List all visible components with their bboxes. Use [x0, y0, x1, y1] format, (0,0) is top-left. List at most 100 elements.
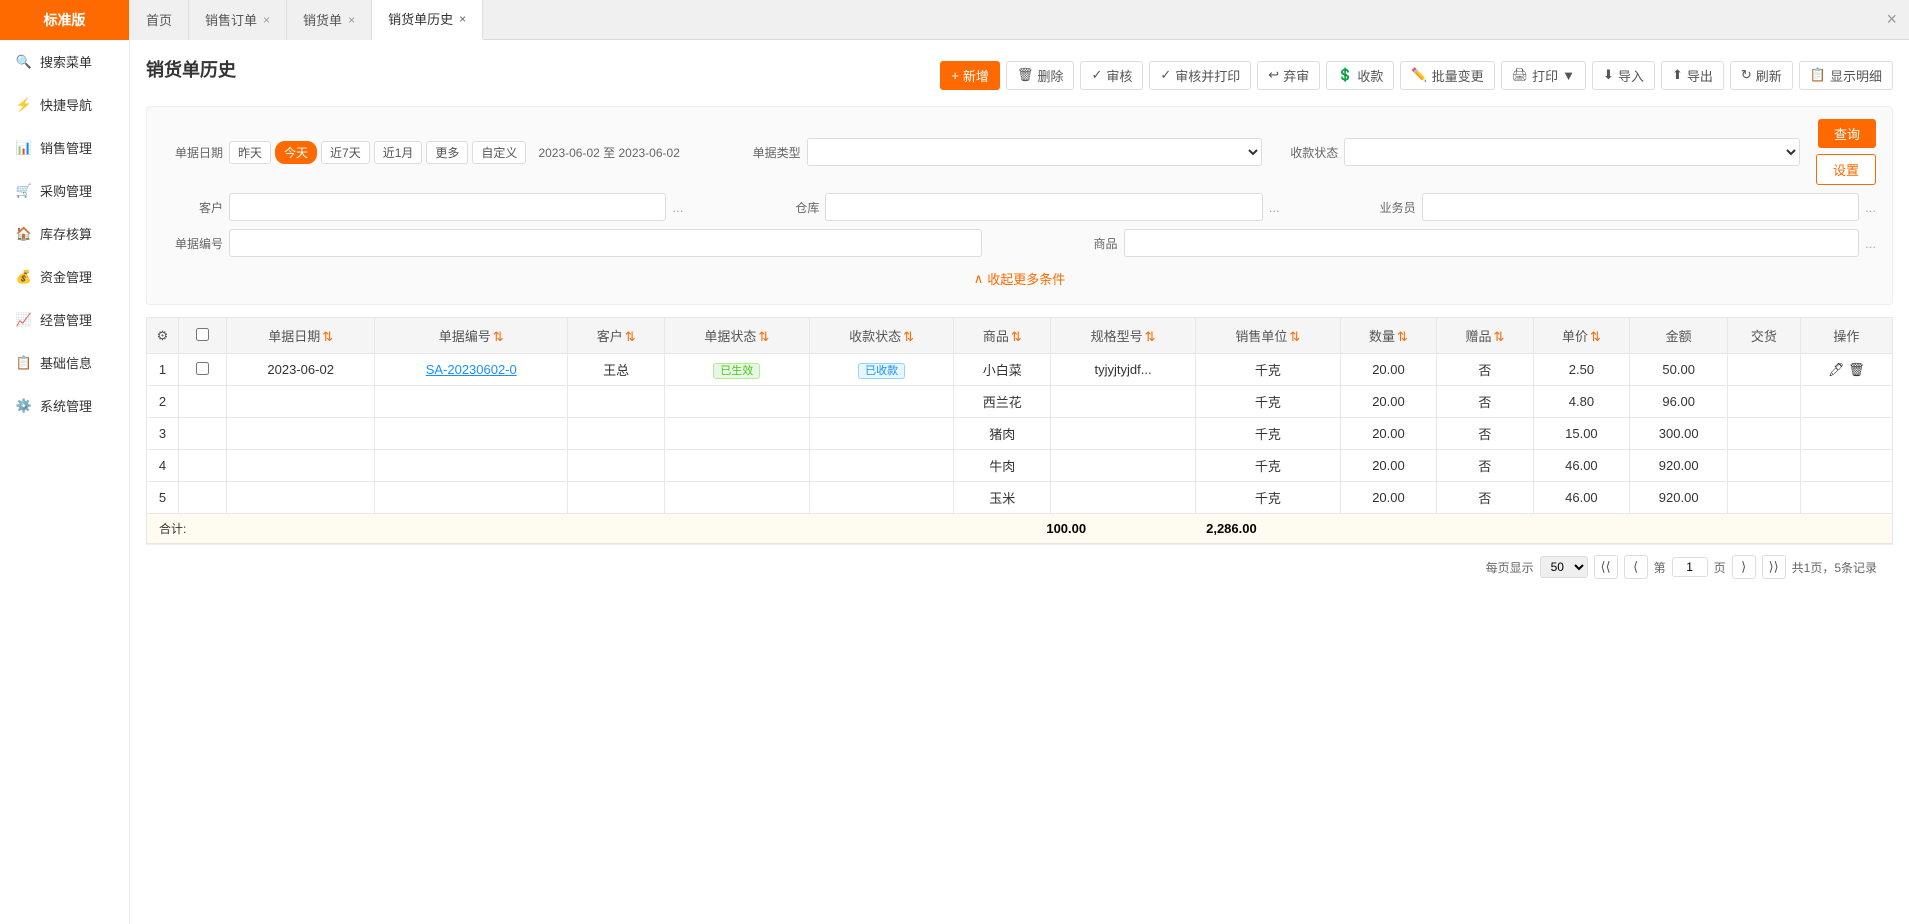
row-action[interactable]: [1800, 418, 1892, 450]
date-column-header[interactable]: 单据日期⇅: [227, 318, 375, 354]
qty-column-header[interactable]: 数量⇅: [1340, 318, 1436, 354]
gift-column-header[interactable]: 赠品⇅: [1437, 318, 1533, 354]
abandon-button[interactable]: ↩ 弃审: [1257, 61, 1320, 90]
customer-input[interactable]: [229, 193, 666, 221]
row-action[interactable]: [1800, 482, 1892, 514]
prev-page-button[interactable]: ⟨: [1624, 555, 1648, 579]
row-checkbox[interactable]: [179, 482, 227, 514]
sidebar-item-label: 快捷导航: [40, 95, 92, 114]
staff-dots[interactable]: ...: [1865, 200, 1876, 215]
order-no-input[interactable]: [229, 229, 982, 257]
date-btn-custom[interactable]: 自定义: [472, 141, 526, 164]
pay-status-badge: 已收款: [858, 363, 905, 379]
row-goods: 牛肉: [954, 450, 1051, 482]
delete-button[interactable]: 🗑 删除: [1006, 61, 1075, 90]
sidebar-item-finance[interactable]: 💰 资金管理: [0, 255, 129, 298]
row-checkbox[interactable]: [179, 418, 227, 450]
row-customer: 王总: [568, 354, 664, 386]
tab-sales-history-close[interactable]: ×: [459, 12, 466, 26]
sidebar-item-basic-info[interactable]: 📋 基础信息: [0, 341, 129, 384]
tab-sales-goods[interactable]: 销货单 ×: [287, 0, 372, 40]
goods-dots[interactable]: ...: [1865, 236, 1876, 251]
staff-input[interactable]: [1422, 193, 1859, 221]
first-page-button[interactable]: ⟨⟨: [1594, 555, 1618, 579]
table-row: 2西兰花千克20.00否4.8096.00: [147, 386, 1893, 418]
show-detail-button[interactable]: 📋 显示明细: [1799, 61, 1893, 90]
sidebar-item-system-mgmt[interactable]: ⚙️ 系统管理: [0, 384, 129, 427]
sidebar-item-inventory[interactable]: 🏠 库存核算: [0, 212, 129, 255]
sidebar-item-purchase-mgmt[interactable]: 🛒 采购管理: [0, 169, 129, 212]
collect-button[interactable]: 💲 收款: [1326, 61, 1394, 90]
date-btn-1month[interactable]: 近1月: [374, 141, 423, 164]
order-no-column-header[interactable]: 单据编号⇅: [375, 318, 568, 354]
gear-column-header[interactable]: ⚙: [147, 318, 179, 354]
tab-sales-history[interactable]: 销货单历史 ×: [372, 0, 483, 40]
row-order-no[interactable]: [375, 386, 568, 418]
row-order-no[interactable]: [375, 450, 568, 482]
type-select[interactable]: [807, 138, 1263, 166]
sidebar-item-search-menu[interactable]: 🔍 搜索菜单: [0, 40, 129, 83]
row-checkbox[interactable]: [179, 386, 227, 418]
add-button[interactable]: + 新增: [940, 61, 1000, 90]
customer-dots[interactable]: ...: [672, 200, 683, 215]
goods-column-header[interactable]: 商品⇅: [954, 318, 1051, 354]
tab-sales-order[interactable]: 销售订单 ×: [189, 0, 287, 40]
pagination: 每页显示 50 ⟨⟨ ⟨ 第 页 ⟩ ⟩⟩ 共1页，5条记录: [146, 544, 1893, 589]
price-column-header[interactable]: 单价⇅: [1533, 318, 1629, 354]
order-status-column-header[interactable]: 单据状态⇅: [664, 318, 809, 354]
spec-column-header[interactable]: 规格型号⇅: [1051, 318, 1196, 354]
date-btn-yesterday[interactable]: 昨天: [229, 141, 271, 164]
row-action[interactable]: [1800, 386, 1892, 418]
sidebar-item-sales-mgmt[interactable]: 📊 销售管理: [0, 126, 129, 169]
tab-home[interactable]: 首页: [130, 0, 189, 40]
row-gift: 否: [1437, 354, 1533, 386]
audit-button[interactable]: ✓ 审核: [1080, 61, 1143, 90]
warehouse-input[interactable]: [825, 193, 1262, 221]
row-order-no[interactable]: SA-20230602-0: [375, 354, 568, 386]
row-unit: 千克: [1195, 450, 1340, 482]
tab-sales-order-close[interactable]: ×: [263, 13, 270, 27]
row-goods: 小白菜: [954, 354, 1051, 386]
export-button[interactable]: ⬆ 导出: [1661, 61, 1724, 90]
row-checkbox[interactable]: [179, 354, 227, 386]
order-link[interactable]: SA-20230602-0: [426, 362, 517, 377]
search-button[interactable]: 查询: [1818, 119, 1876, 148]
batch-change-button[interactable]: ✏️ 批量变更: [1400, 61, 1494, 90]
sidebar-item-operations[interactable]: 📈 经营管理: [0, 298, 129, 341]
audit-print-button[interactable]: ✓ 审核并打印: [1149, 61, 1251, 90]
row-order-no[interactable]: [375, 418, 568, 450]
sidebar-item-quick-nav[interactable]: ⚡ 快捷导航: [0, 83, 129, 126]
pay-status-select[interactable]: [1344, 138, 1800, 166]
collapse-filter-button[interactable]: ∧ 收起更多条件: [163, 265, 1876, 292]
set-button[interactable]: 设置: [1816, 154, 1876, 185]
last-page-button[interactable]: ⟩⟩: [1762, 555, 1786, 579]
tab-sales-goods-close[interactable]: ×: [348, 13, 355, 27]
row-order-no[interactable]: [375, 482, 568, 514]
customer-column-header[interactable]: 客户⇅: [568, 318, 664, 354]
goods-input[interactable]: [1124, 229, 1860, 257]
page-size-label: 每页显示: [1486, 559, 1534, 576]
page-number-input[interactable]: [1672, 557, 1708, 577]
refresh-button[interactable]: ↻ 刷新: [1730, 61, 1793, 90]
row-checkbox[interactable]: [179, 450, 227, 482]
row-action[interactable]: [1800, 450, 1892, 482]
page-size-select[interactable]: 50: [1540, 556, 1588, 578]
unit-column-header[interactable]: 销售单位⇅: [1195, 318, 1340, 354]
close-all-tabs[interactable]: ×: [1874, 9, 1909, 30]
date-btn-more[interactable]: 更多: [426, 141, 468, 164]
warehouse-dots[interactable]: ...: [1269, 200, 1280, 215]
unit-sort-icon: ⇅: [1289, 329, 1300, 344]
row-action[interactable]: 🖊 🗑: [1800, 354, 1892, 386]
operations-icon: 📈: [16, 312, 32, 328]
checkbox-column-header[interactable]: [179, 318, 227, 354]
next-page-button[interactable]: ⟩: [1732, 555, 1756, 579]
date-btn-today[interactable]: 今天: [275, 141, 317, 164]
pay-status-column-header[interactable]: 收款状态⇅: [809, 318, 954, 354]
select-all-checkbox[interactable]: [196, 328, 209, 341]
import-button[interactable]: ⬇ 导入: [1592, 61, 1655, 90]
date-btn-7days[interactable]: 近7天: [321, 141, 370, 164]
row-checkbox[interactable]: [196, 362, 209, 375]
audit-icon: ✓: [1091, 67, 1102, 83]
row-unit: 千克: [1195, 482, 1340, 514]
print-button[interactable]: 🖨 打印 ▼: [1501, 61, 1586, 90]
